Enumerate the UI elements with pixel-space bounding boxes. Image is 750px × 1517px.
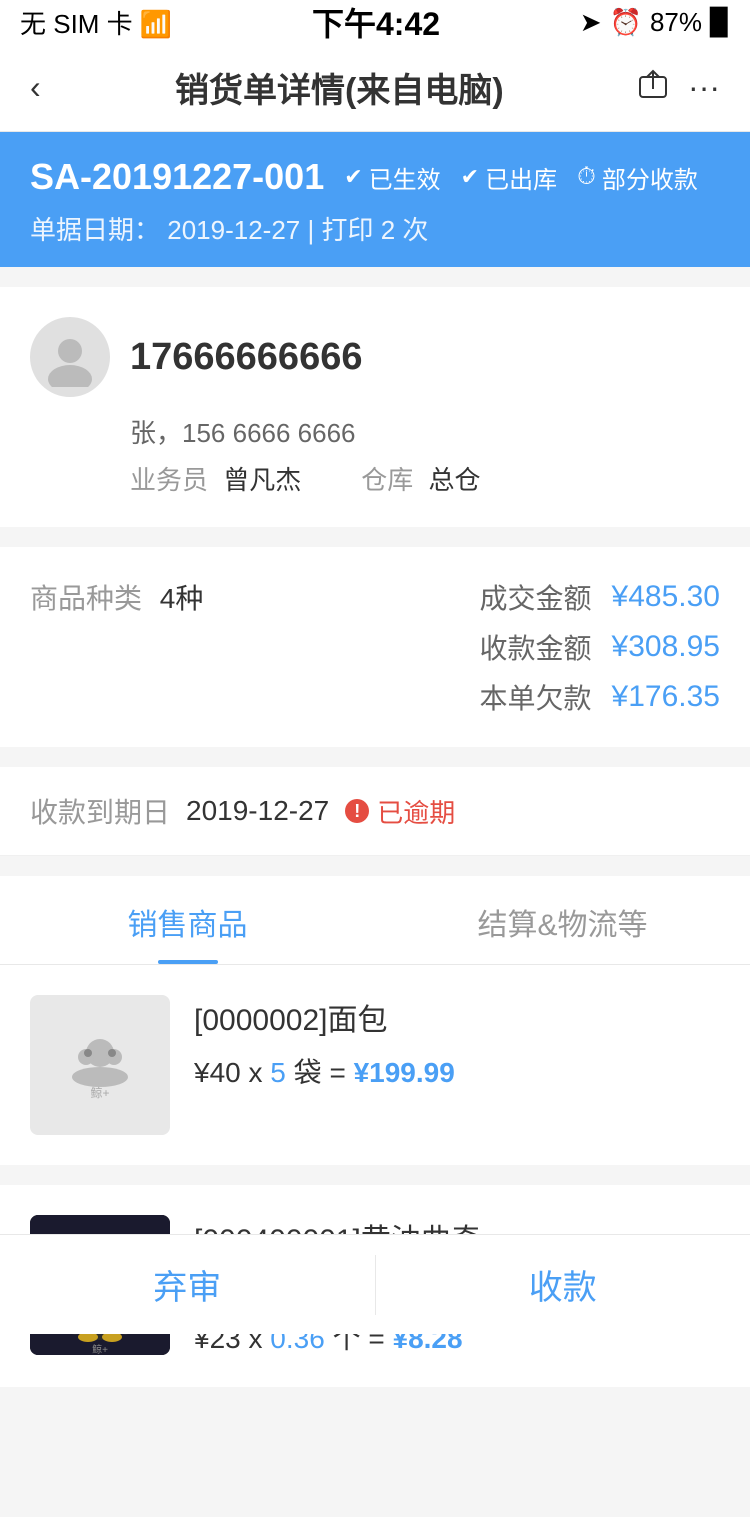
order-id: SA-20191227-001 [30,156,324,198]
nav-bar: ‹ 销货单详情(来自电脑) ··· [0,44,750,132]
status-time: 下午4:42 [312,0,440,45]
customer-phone: 17666666666 [130,336,362,379]
owed-amount: ¥176.35 [612,680,720,714]
nav-actions: ··· [638,69,720,107]
category-label: 商品种类 [30,583,142,614]
svg-text:鲸+: 鲸+ [90,1085,109,1100]
bottom-action-bar: 弃审 收款 [0,1234,750,1334]
status-left: 无 SIM 卡 📶 [20,4,172,41]
alarm-icon: ⏰ [610,7,642,38]
due-date-section: 收款到期日 2019-12-27 ! 已逾期 [0,767,750,856]
sales-label: 业务员 [130,465,208,495]
avatar [30,317,110,397]
product-info-1: [0000002]面包 ¥40 x 5 袋 = ¥199.99 [194,995,720,1091]
order-date-info: 单据日期： 2019-12-27 | 打印 2 次 [30,210,720,247]
list-item: 鲸+ [0000002]面包 ¥40 x 5 袋 = ¥199.99 [0,965,750,1165]
amounts: 成交金额 ¥485.30 收款金额 ¥308.95 本单欠款 ¥176.35 [480,577,720,717]
status-badge-shipped: ✔ 已出库 [461,160,557,195]
customer-section: 17666666666 张，156 6666 6666 业务员 曾凡杰 仓库 总… [0,287,750,527]
confirm-button[interactable]: 收款 [376,1235,750,1334]
owed-label: 本单欠款 [480,677,592,717]
warehouse: 总仓 [429,465,481,495]
status-badge-effective: ✔ 已生效 [344,160,440,195]
back-button[interactable]: ‹ [30,69,41,106]
due-date: 2019-12-27 [186,795,329,827]
location-icon: ➤ [580,7,602,38]
product-image-1: 鲸+ [30,995,170,1135]
status-badge-partial: ⏱ 部分收款 [577,160,698,195]
status-right: ➤ ⏰ 87% ▉ [580,7,730,38]
overdue-badge: ! 已逾期 [345,793,455,830]
product-tabs: 销售商品 结算&物流等 [0,876,750,965]
cancel-button[interactable]: 弃审 [0,1235,375,1334]
share-button[interactable] [638,69,668,107]
svg-text:鲸+: 鲸+ [92,1343,108,1355]
battery-text: 87% [650,7,702,38]
category-count: 4种 [160,583,204,614]
summary-section: 商品种类 4种 成交金额 ¥485.30 收款金额 ¥308.95 本单欠款 ¥… [0,547,750,747]
deal-amount: ¥485.30 [612,580,720,614]
customer-meta: 业务员 曾凡杰 仓库 总仓 [30,460,720,497]
overdue-icon: ! [345,799,369,823]
customer-name: 张，156 6666 6666 [30,413,720,450]
collected-amount: ¥308.95 [612,630,720,664]
order-header: SA-20191227-001 ✔ 已生效 ✔ 已出库 ⏱ 部分收款 单据日期：… [0,132,750,267]
page-title: 销货单详情(来自电脑) [175,63,504,112]
tab-sales-products[interactable]: 销售商品 [0,876,375,964]
status-bar: 无 SIM 卡 📶 下午4:42 ➤ ⏰ 87% ▉ [0,0,750,44]
warehouse-label: 仓库 [361,465,413,495]
product-name-1: [0000002]面包 [194,995,720,1039]
sales-person: 曾凡杰 [223,465,301,495]
collected-label: 收款金额 [480,627,592,667]
more-button[interactable]: ··· [688,69,720,106]
overdue-text: 已逾期 [377,793,455,830]
product-price-1: ¥40 x 5 袋 = ¥199.99 [194,1051,720,1091]
battery-icon: ▉ [710,7,730,38]
tab-settlement-logistics[interactable]: 结算&物流等 [375,876,750,964]
deal-amount-label: 成交金额 [480,577,592,617]
due-date-label: 收款到期日 [30,791,170,831]
